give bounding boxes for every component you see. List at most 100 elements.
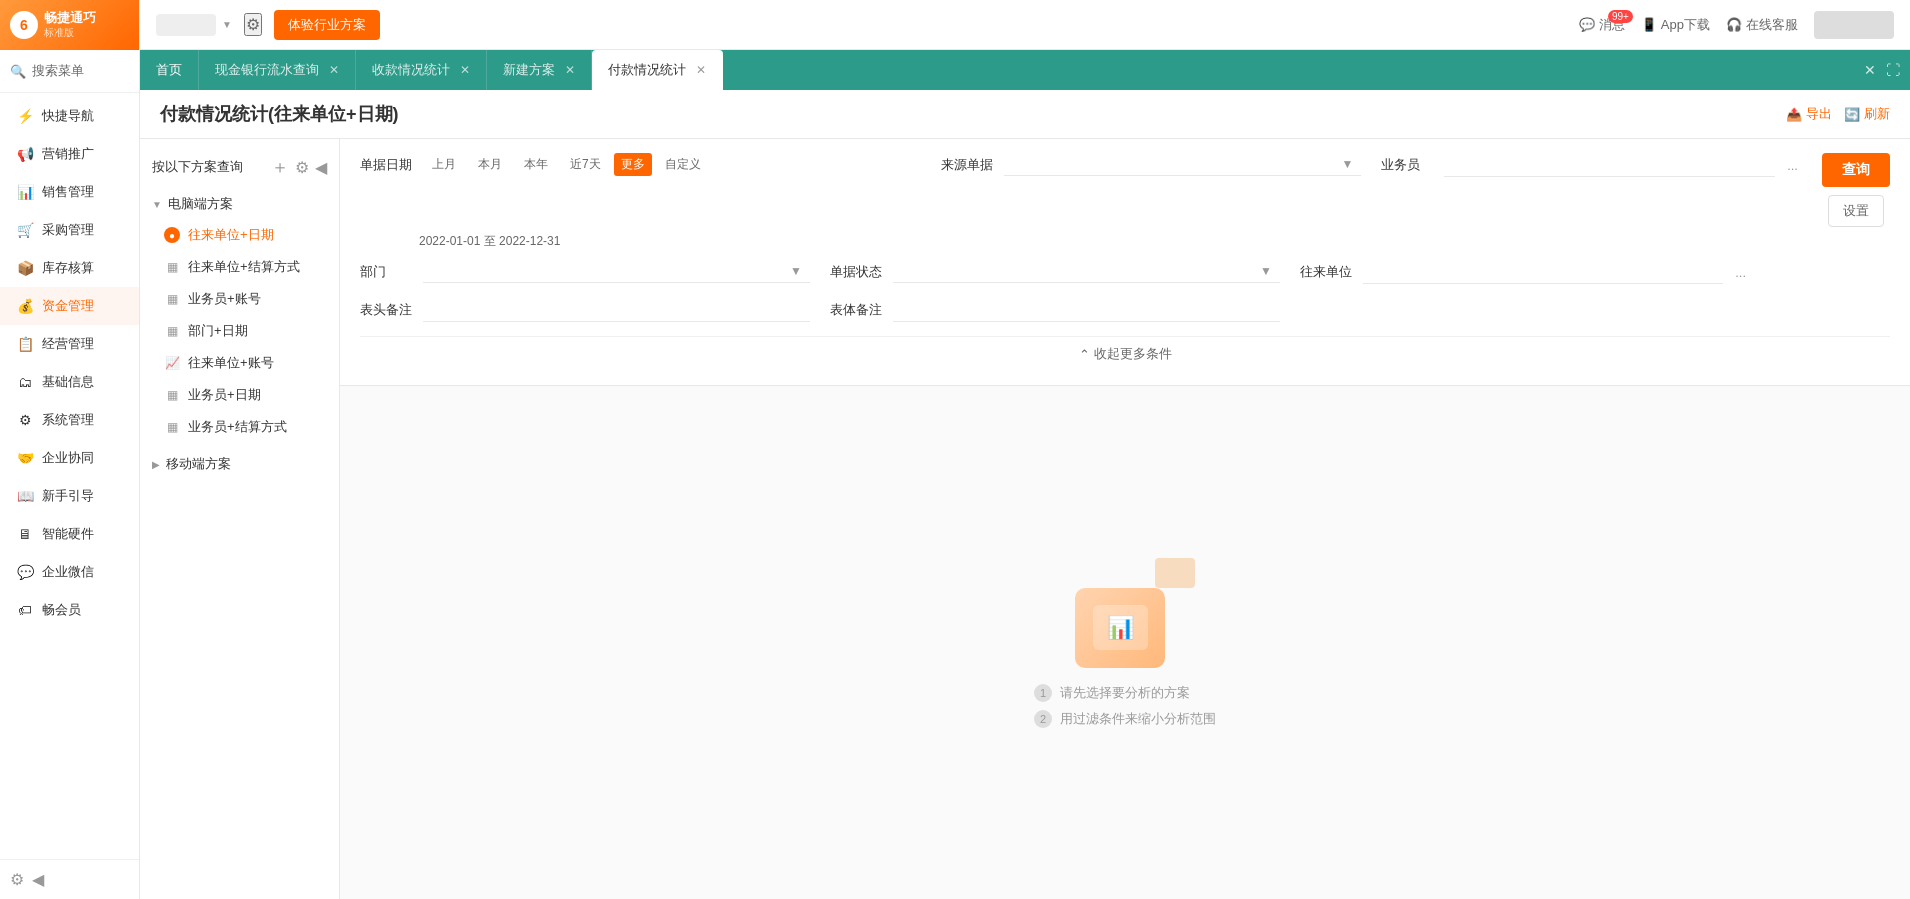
collapse-scheme-btn[interactable]: ◀ <box>315 158 327 177</box>
empty-box: 📊 <box>1075 588 1165 668</box>
export-label: 导出 <box>1806 105 1832 123</box>
sidebar-item-label-enterprise: 企业协同 <box>42 449 94 467</box>
tab-close-bank-flow[interactable]: ✕ <box>329 63 339 77</box>
scheme-item-partner-account[interactable]: 📈往来单位+账号 <box>152 347 339 379</box>
sidebar-item-label-finance: 资金管理 <box>42 297 94 315</box>
close-window-btn[interactable]: ✕ <box>1864 62 1876 78</box>
add-scheme-btn[interactable]: ＋ <box>271 155 289 179</box>
sidebar-item-basic[interactable]: 🗂基础信息 <box>0 363 139 401</box>
date-option-5[interactable]: 自定义 <box>656 153 710 176</box>
scheme-item-label-partner-date: 往来单位+日期 <box>188 226 274 244</box>
user-dropdown-chevron[interactable]: ▼ <box>222 19 232 30</box>
maximize-window-btn[interactable]: ⛶ <box>1886 62 1900 78</box>
app-download-btn[interactable]: 📱 App下载 <box>1641 16 1710 34</box>
scheme-item-partner-date[interactable]: ●往来单位+日期 <box>152 219 339 251</box>
message-btn[interactable]: 💬 消息 99+ <box>1579 16 1625 34</box>
filter-settings-button[interactable]: 设置 <box>1828 195 1884 227</box>
sidebar-search-area: 🔍 搜索菜单 <box>0 50 139 93</box>
tab-close-payment-stat[interactable]: ✕ <box>696 63 706 77</box>
tab-home[interactable]: 首页 <box>140 50 199 90</box>
partner-dots[interactable]: ... <box>1731 265 1750 280</box>
sidebar-item-hardware[interactable]: 🖥智能硬件 <box>0 515 139 553</box>
sidebar-item-label-operation: 经营管理 <box>42 335 94 353</box>
collapse-conditions-btn[interactable]: ⌃ 收起更多条件 <box>360 336 1890 371</box>
search-menu-button[interactable]: 🔍 搜索菜单 <box>10 58 129 84</box>
sidebar-item-marketing[interactable]: 📢营销推广 <box>0 135 139 173</box>
date-option-1[interactable]: 本月 <box>469 153 511 176</box>
scheme-settings-btn[interactable]: ⚙ <box>295 158 309 177</box>
headset-icon: 🎧 <box>1726 17 1742 32</box>
section-label-mobile: 移动端方案 <box>166 455 231 473</box>
staff-input[interactable] <box>1444 153 1775 177</box>
step-2-num: 2 <box>1034 710 1052 728</box>
staff-dots[interactable]: ... <box>1783 158 1802 173</box>
refresh-label: 刷新 <box>1864 105 1890 123</box>
scheme-item-dept-date[interactable]: ▦部门+日期 <box>152 315 339 347</box>
export-icon: 📤 <box>1786 107 1802 122</box>
dept-select[interactable]: ▼ <box>423 260 810 283</box>
enterprise-icon: 🤝 <box>16 449 34 467</box>
scheme-item-partner-settlement[interactable]: ▦往来单位+结算方式 <box>152 251 339 283</box>
right-content: 单据日期 上月本月本年近7天更多自定义 来源单据 ▼ 业务员 ... <box>340 139 1910 899</box>
scheme-section-title-mobile[interactable]: ▶ 移动端方案 <box>140 449 339 479</box>
scheme-header-buttons: ＋ ⚙ ◀ <box>271 155 327 179</box>
sidebar-item-finance[interactable]: 💰资金管理 <box>0 287 139 325</box>
tab-new-scheme[interactable]: 新建方案✕ <box>487 50 592 90</box>
sidebar-item-wechat[interactable]: 💬企业微信 <box>0 553 139 591</box>
scheme-sections: ▼电脑端方案●往来单位+日期▦往来单位+结算方式▦业务员+账号▦部门+日期📈往来… <box>140 189 339 479</box>
filter-row-3: 表头备注 表体备注 <box>360 298 1890 322</box>
header-note-input[interactable] <box>423 298 810 322</box>
source-voucher-label: 来源单据 <box>941 156 996 174</box>
sidebar-item-inventory[interactable]: 📦库存核算 <box>0 249 139 287</box>
sidebar-item-system[interactable]: ⚙系统管理 <box>0 401 139 439</box>
query-button[interactable]: 查询 <box>1822 153 1890 187</box>
hardware-icon: 🖥 <box>16 525 34 543</box>
app-icon: 📱 <box>1641 17 1657 32</box>
voucher-status-field: 单据状态 ▼ <box>830 260 1280 283</box>
scheme-item-label-dept-date: 部门+日期 <box>188 322 248 340</box>
tab-bank-flow[interactable]: 现金银行流水查询✕ <box>199 50 356 90</box>
scheme-item-icon-staff-account: ▦ <box>164 291 180 307</box>
date-option-0[interactable]: 上月 <box>423 153 465 176</box>
sidebar-item-sales[interactable]: 📊销售管理 <box>0 173 139 211</box>
tab-collection-stat[interactable]: 收款情况统计 ✕ <box>356 50 487 90</box>
topbar-settings-button[interactable]: ⚙ <box>244 13 262 36</box>
scheme-item-staff-date[interactable]: ▦业务员+日期 <box>152 379 339 411</box>
export-button[interactable]: 📤 导出 <box>1786 105 1832 123</box>
sidebar-item-vip[interactable]: 🏷畅会员 <box>0 591 139 629</box>
sidebar-item-operation[interactable]: 📋经营管理 <box>0 325 139 363</box>
header-note-label: 表头备注 <box>360 301 415 319</box>
date-option-4[interactable]: 更多 <box>614 153 652 176</box>
sidebar-item-label-basic: 基础信息 <box>42 373 94 391</box>
sidebar-item-label-guide: 新手引导 <box>42 487 94 505</box>
date-option-3[interactable]: 近7天 <box>561 153 610 176</box>
sidebar: 6 畅捷通巧 标准版 🔍 搜索菜单 ⚡快捷导航📢营销推广📊销售管理🛒采购管理📦库… <box>0 0 140 899</box>
sidebar-item-purchase[interactable]: 🛒采购管理 <box>0 211 139 249</box>
settings-bottom-icon[interactable]: ⚙ <box>10 870 24 889</box>
source-voucher-select[interactable]: ▼ <box>1004 153 1362 176</box>
sidebar-item-label-sales: 销售管理 <box>42 183 94 201</box>
scheme-section-title-desktop[interactable]: ▼电脑端方案 <box>140 189 339 219</box>
voucher-status-select[interactable]: ▼ <box>893 260 1280 283</box>
user-avatar[interactable] <box>1814 11 1894 39</box>
tab-label-collection-stat: 收款情况统计 <box>372 61 450 79</box>
section-chevron-mobile: ▶ <box>152 459 160 470</box>
body-note-input[interactable] <box>893 298 1280 322</box>
trial-btn[interactable]: 体验行业方案 <box>274 10 380 40</box>
collapse-sidebar-icon[interactable]: ◀ <box>32 870 44 889</box>
scheme-item-staff-settlement[interactable]: ▦业务员+结算方式 <box>152 411 339 443</box>
date-option-2[interactable]: 本年 <box>515 153 557 176</box>
tab-close-collection-stat[interactable]: ✕ <box>460 63 470 77</box>
scheme-item-staff-account[interactable]: ▦业务员+账号 <box>152 283 339 315</box>
sidebar-item-guide[interactable]: 📖新手引导 <box>0 477 139 515</box>
sidebar-item-quick-nav[interactable]: ⚡快捷导航 <box>0 97 139 135</box>
tab-payment-stat[interactable]: 付款情况统计✕ <box>592 50 723 90</box>
tab-close-new-scheme[interactable]: ✕ <box>565 63 575 77</box>
online-service-btn[interactable]: 🎧 在线客服 <box>1726 16 1798 34</box>
scheme-section-mobile: ▶ 移动端方案 <box>140 449 339 479</box>
partner-input[interactable] <box>1363 260 1723 284</box>
sidebar-item-enterprise[interactable]: 🤝 企业协同 <box>0 439 139 477</box>
refresh-button[interactable]: 🔄 刷新 <box>1844 105 1890 123</box>
scheme-item-icon-partner-settlement: ▦ <box>164 259 180 275</box>
sidebar-nav: ⚡快捷导航📢营销推广📊销售管理🛒采购管理📦库存核算💰资金管理📋经营管理🗂基础信息… <box>0 93 139 859</box>
